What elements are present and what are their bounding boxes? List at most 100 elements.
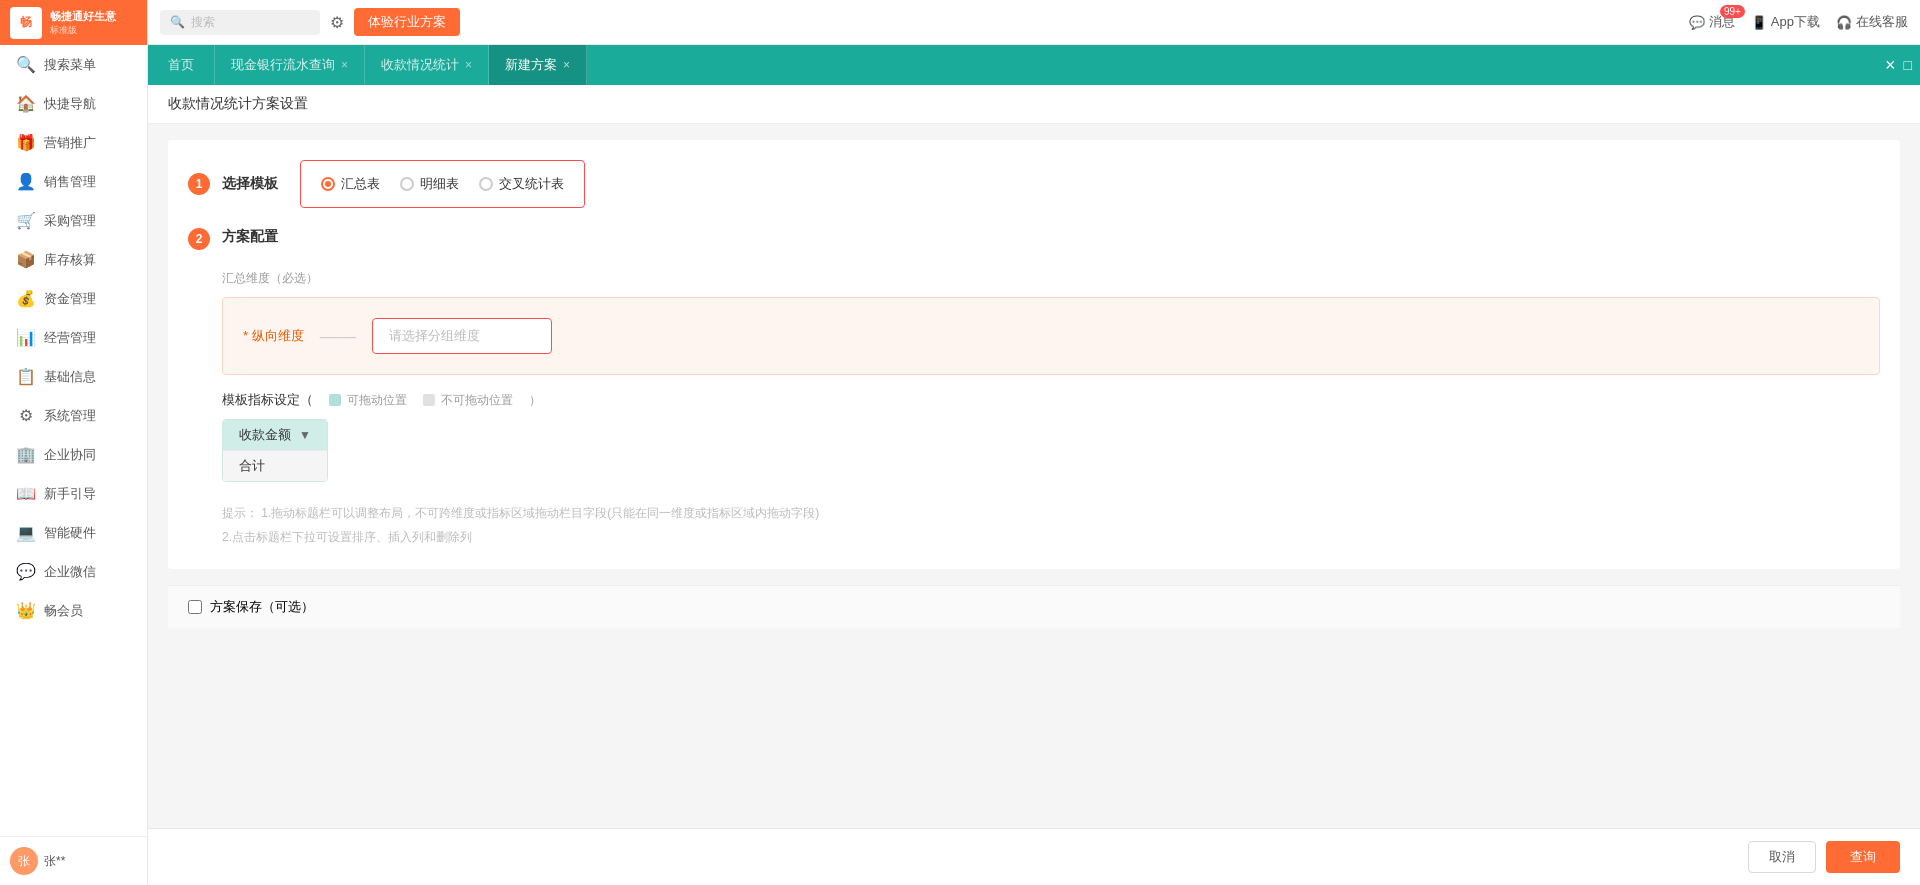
sidebar-item-search-menu[interactable]: 🔍 搜索菜单: [0, 45, 147, 84]
step1-label: 选择模板: [222, 175, 278, 193]
laptop-icon: 💻: [16, 523, 36, 542]
chart-icon: 📊: [16, 328, 36, 347]
sidebar-item-sales[interactable]: 👤 销售管理: [0, 162, 147, 201]
home-tab-label: 首页: [168, 56, 194, 74]
page-content: 收款情况统计方案设置 1 选择模板 汇总表: [148, 85, 1920, 885]
logo-main-text: 畅捷通好生意: [50, 9, 116, 24]
sidebar-item-system[interactable]: ⚙ 系统管理: [0, 396, 147, 435]
indicators-title: 模板指标设定（: [222, 391, 313, 409]
new-plan-tab-label: 新建方案: [505, 56, 557, 74]
sidebar-item-guide[interactable]: 📖 新手引导: [0, 474, 147, 513]
sidebar-item-label: 企业微信: [44, 563, 96, 581]
gift-icon: 🎁: [16, 133, 36, 152]
sidebar-item-label: 畅会员: [44, 602, 83, 620]
indicator-table: 收款金额 ▼ 合计: [222, 419, 328, 482]
sidebar-item-basic-info[interactable]: 📋 基础信息: [0, 357, 147, 396]
logo-icon: 畅: [10, 7, 42, 39]
app-download-button[interactable]: 📱 App下载: [1751, 13, 1820, 31]
radio-detail[interactable]: 明细表: [400, 175, 459, 193]
maximize-window-icon[interactable]: □: [1904, 57, 1912, 73]
indicators-row: 模板指标设定（ 可拖动位置 不可拖动位置 ）: [222, 391, 1880, 409]
avatar: 张: [10, 847, 38, 875]
sidebar-item-label: 资金管理: [44, 290, 96, 308]
sidebar-item-label: 库存核算: [44, 251, 96, 269]
cart-icon: 🛒: [16, 211, 36, 230]
radio-summary[interactable]: 汇总表: [321, 175, 380, 193]
template-selection: 汇总表 明细表 交叉统计表: [300, 160, 585, 208]
app-icon: 📱: [1751, 15, 1767, 30]
sidebar-item-marketing[interactable]: 🎁 营销推广: [0, 123, 147, 162]
tabs-controls: × □: [1885, 55, 1920, 76]
sidebar-bottom: 张 张**: [0, 836, 147, 885]
bank-flow-tab-label: 现金银行流水查询: [231, 56, 335, 74]
radio-cross[interactable]: 交叉统计表: [479, 175, 564, 193]
radio-cross-label: 交叉统计表: [499, 175, 564, 193]
query-button[interactable]: 查询: [1826, 841, 1900, 873]
close-window-icon[interactable]: ×: [1885, 55, 1896, 76]
main-area: 🔍 搜索 ⚙ 体验行业方案 💬 消息 99+ 📱 App下载 🎧 在线客服 首页: [148, 0, 1920, 885]
collection-stat-tab-label: 收款情况统计: [381, 56, 459, 74]
sidebar-item-member[interactable]: 👑 畅会员: [0, 591, 147, 630]
tab-bank-flow[interactable]: 现金银行流水查询 ×: [215, 45, 365, 85]
chat-icon: 💬: [16, 562, 36, 581]
person-icon: 👤: [16, 172, 36, 191]
close-collection-stat-icon[interactable]: ×: [465, 58, 472, 72]
online-service-button[interactable]: 🎧 在线客服: [1836, 13, 1908, 31]
radio-summary-circle: [321, 177, 335, 191]
legend-drag: 可拖动位置: [329, 392, 407, 409]
tabs-bar: 首页 现金银行流水查询 × 收款情况统计 × 新建方案 × × □: [148, 45, 1920, 85]
close-new-plan-icon[interactable]: ×: [563, 58, 570, 72]
close-bank-flow-icon[interactable]: ×: [341, 58, 348, 72]
money-icon: 💰: [16, 289, 36, 308]
radio-detail-label: 明细表: [420, 175, 459, 193]
sidebar-item-inventory[interactable]: 📦 库存核算: [0, 240, 147, 279]
sidebar-item-label: 销售管理: [44, 173, 96, 191]
sidebar-item-wechat[interactable]: 💬 企业微信: [0, 552, 147, 591]
box-icon: 📦: [16, 250, 36, 269]
footer-bar: 取消 查询: [148, 828, 1920, 885]
gear-icon: ⚙: [16, 406, 36, 425]
sidebar-item-corp[interactable]: 🏢 企业协同: [0, 435, 147, 474]
logo-text: 畅捷通好生意 标准版: [50, 9, 116, 37]
book-icon: 📖: [16, 484, 36, 503]
settings-icon[interactable]: ⚙: [330, 13, 344, 32]
indicator-row: 合计: [223, 450, 327, 481]
sidebar-item-label: 新手引导: [44, 485, 96, 503]
dim-select[interactable]: 请选择分组维度: [372, 318, 552, 354]
save-checkbox[interactable]: [188, 600, 202, 614]
legend-nodrag-label: 不可拖动位置: [441, 392, 513, 409]
save-label[interactable]: 方案保存（可选）: [210, 598, 314, 616]
step2-row: 2 方案配置: [188, 228, 1880, 250]
tab-new-plan[interactable]: 新建方案 ×: [489, 45, 587, 85]
page-header: 收款情况统计方案设置: [148, 85, 1920, 124]
message-button[interactable]: 💬 消息 99+: [1689, 13, 1735, 31]
username-label: 张**: [44, 853, 65, 870]
template-radio-group: 汇总表 明细表 交叉统计表: [321, 175, 564, 193]
sidebar-item-purchase[interactable]: 🛒 采购管理: [0, 201, 147, 240]
sidebar-item-finance[interactable]: 💰 资金管理: [0, 279, 147, 318]
sidebar-item-hardware[interactable]: 💻 智能硬件: [0, 513, 147, 552]
search-box[interactable]: 🔍 搜索: [160, 10, 320, 35]
step1-row: 1 选择模板 汇总表 明细表: [188, 160, 1880, 208]
topbar-right: 💬 消息 99+ 📱 App下载 🎧 在线客服: [1689, 13, 1908, 31]
clipboard-icon: 📋: [16, 367, 36, 386]
sidebar-item-label: 系统管理: [44, 407, 96, 425]
cancel-button[interactable]: 取消: [1748, 841, 1816, 873]
dim-row-label: * 纵向维度: [243, 327, 304, 345]
page-title: 收款情况统计方案设置: [168, 95, 308, 111]
tip-line1: 提示： 1.拖动标题栏可以调整布局，不可跨维度或指标区域拖动栏目字段(只能在同一…: [222, 501, 1880, 525]
sidebar-item-label: 经营管理: [44, 329, 96, 347]
chevron-down-icon: ▼: [299, 428, 311, 442]
search-icon: 🔍: [170, 15, 185, 29]
dimension-title: 汇总维度（必选）: [222, 270, 1880, 287]
tab-collection-stat[interactable]: 收款情况统计 ×: [365, 45, 489, 85]
search-placeholder: 搜索: [191, 14, 215, 31]
sidebar-item-quick-nav[interactable]: 🏠 快捷导航: [0, 84, 147, 123]
sidebar-item-operation[interactable]: 📊 经营管理: [0, 318, 147, 357]
trial-button[interactable]: 体验行业方案: [354, 8, 460, 36]
main-section-card: 1 选择模板 汇总表 明细表: [168, 140, 1900, 569]
tab-home[interactable]: 首页: [148, 45, 215, 85]
indicator-header[interactable]: 收款金额 ▼: [223, 420, 327, 450]
online-service-label: 在线客服: [1856, 13, 1908, 31]
config-section: 汇总维度（必选） * 纵向维度 —— 请选择分组维度 模板指标设定（: [222, 270, 1880, 549]
